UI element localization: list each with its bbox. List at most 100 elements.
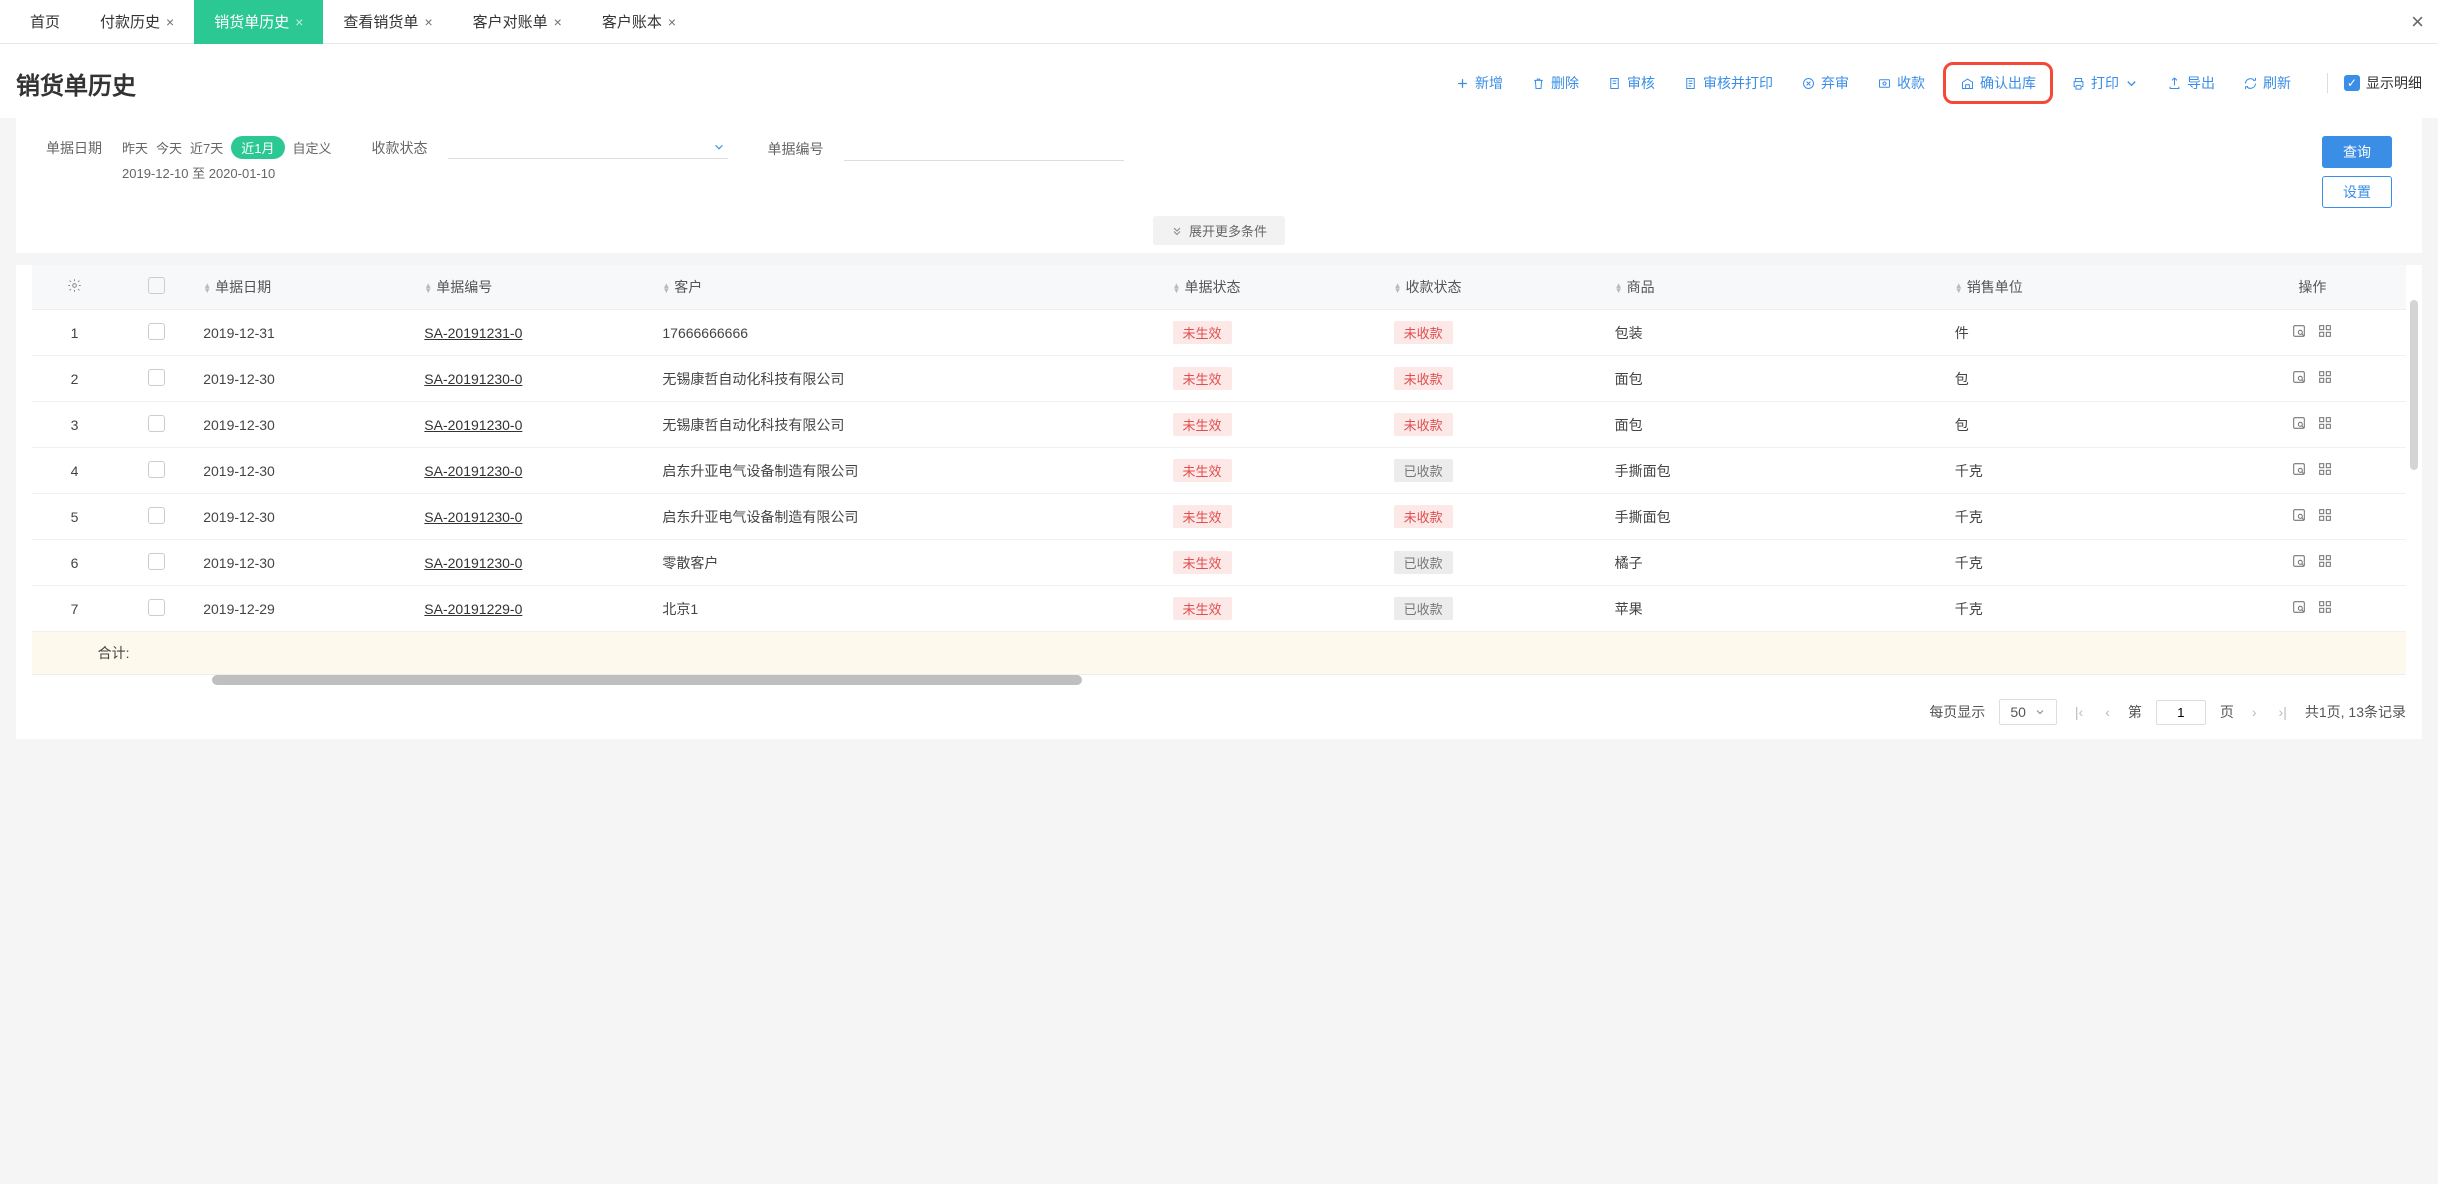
more-grid-icon[interactable] xyxy=(2317,553,2333,569)
tab-view-sales[interactable]: 查看销货单× xyxy=(323,0,452,44)
tab-customer-ledger[interactable]: 客户账本× xyxy=(582,0,696,44)
col-product[interactable]: 商品 xyxy=(1607,265,1947,310)
refresh-icon xyxy=(2243,76,2258,91)
col-code[interactable]: 单据编号 xyxy=(416,265,654,310)
pay-status-badge: 未收款 xyxy=(1394,413,1453,436)
cell-customer: 启东升亚电气设备制造有限公司 xyxy=(654,448,1164,494)
col-unit[interactable]: 销售单位 xyxy=(1947,265,2219,310)
prev-page-button[interactable]: ‹ xyxy=(2101,704,2114,720)
col-date[interactable]: 单据日期 xyxy=(195,265,416,310)
row-index: 4 xyxy=(32,448,117,494)
tab-sales-history[interactable]: 销货单历史× xyxy=(194,0,323,44)
delete-button[interactable]: 删除 xyxy=(1521,69,1589,97)
doc-no-input-wrap xyxy=(844,136,1124,161)
unapprove-button[interactable]: 弃审 xyxy=(1791,69,1859,97)
doc-code-link[interactable]: SA-20191230-0 xyxy=(424,463,522,479)
filter-label-paystatus: 收款状态 xyxy=(372,138,432,158)
search-button[interactable]: 查询 xyxy=(2322,136,2392,168)
status-badge: 未生效 xyxy=(1173,367,1232,390)
close-icon[interactable]: × xyxy=(554,14,562,30)
date-yesterday[interactable]: 昨天 xyxy=(122,138,148,157)
last-page-button[interactable]: ›| xyxy=(2275,704,2291,720)
tab-home[interactable]: 首页 xyxy=(10,0,80,44)
audit-print-button[interactable]: 审核并打印 xyxy=(1673,69,1783,97)
next-page-button[interactable]: › xyxy=(2248,704,2261,720)
view-detail-icon[interactable] xyxy=(2291,323,2307,339)
page-input[interactable] xyxy=(2156,700,2206,725)
doc-code-link[interactable]: SA-20191230-0 xyxy=(424,509,522,525)
show-detail-toggle[interactable]: ✓显示明细 xyxy=(2327,73,2422,93)
select-all-checkbox[interactable] xyxy=(148,277,165,294)
close-icon[interactable]: × xyxy=(295,14,303,30)
pay-status-badge: 未收款 xyxy=(1394,367,1453,390)
pay-status-badge: 已收款 xyxy=(1394,551,1453,574)
row-checkbox[interactable] xyxy=(148,507,165,524)
table-row: 72019-12-29SA-20191229-0北京1未生效已收款苹果千克 xyxy=(32,586,2406,632)
doc-code-link[interactable]: SA-20191230-0 xyxy=(424,417,522,433)
close-icon[interactable]: × xyxy=(424,14,432,30)
cell-date: 2019-12-30 xyxy=(195,494,416,540)
view-detail-icon[interactable] xyxy=(2291,369,2307,385)
doc-no-input[interactable] xyxy=(846,140,1122,156)
col-customer[interactable]: 客户 xyxy=(654,265,1164,310)
view-detail-icon[interactable] xyxy=(2291,415,2307,431)
gear-icon[interactable] xyxy=(67,278,82,293)
cell-product: 面包 xyxy=(1607,402,1947,448)
date-custom[interactable]: 自定义 xyxy=(293,138,332,157)
row-checkbox[interactable] xyxy=(148,369,165,386)
audit-button[interactable]: 审核 xyxy=(1597,69,1665,97)
cell-unit: 包 xyxy=(1947,356,2219,402)
confirm-out-button[interactable]: 确认出库 xyxy=(1943,62,2053,104)
first-page-button[interactable]: |‹ xyxy=(2071,704,2087,720)
row-checkbox[interactable] xyxy=(148,323,165,340)
table-row: 32019-12-30SA-20191230-0无锡康哲自动化科技有限公司未生效… xyxy=(32,402,2406,448)
print-button[interactable]: 打印 xyxy=(2061,69,2149,97)
settings-button[interactable]: 设置 xyxy=(2322,176,2392,208)
close-icon[interactable]: × xyxy=(668,14,676,30)
date-last-month[interactable]: 近1月 xyxy=(231,136,284,159)
doc-code-link[interactable]: SA-20191230-0 xyxy=(424,371,522,387)
money-icon xyxy=(1877,76,1892,91)
more-grid-icon[interactable] xyxy=(2317,461,2333,477)
col-status[interactable]: 单据状态 xyxy=(1165,265,1386,310)
per-page-select[interactable]: 50 xyxy=(1999,699,2057,725)
row-checkbox[interactable] xyxy=(148,461,165,478)
export-button[interactable]: 导出 xyxy=(2157,69,2225,97)
receive-button[interactable]: 收款 xyxy=(1867,69,1935,97)
expand-filters-button[interactable]: 展开更多条件 xyxy=(1153,216,1285,245)
date-today[interactable]: 今天 xyxy=(156,138,182,157)
doc-code-link[interactable]: SA-20191229-0 xyxy=(424,601,522,617)
refresh-button[interactable]: 刷新 xyxy=(2233,69,2301,97)
date-quick-picks: 昨天 今天 近7天 近1月 自定义 xyxy=(122,136,332,159)
totals-row: 合计: xyxy=(32,632,2406,675)
more-grid-icon[interactable] xyxy=(2317,323,2333,339)
tab-payment-history[interactable]: 付款历史× xyxy=(80,0,194,44)
view-detail-icon[interactable] xyxy=(2291,553,2307,569)
row-index: 3 xyxy=(32,402,117,448)
new-button[interactable]: 新增 xyxy=(1445,69,1513,97)
view-detail-icon[interactable] xyxy=(2291,461,2307,477)
col-paystatus[interactable]: 收款状态 xyxy=(1386,265,1607,310)
table-row: 62019-12-30SA-20191230-0零散客户未生效已收款橘子千克 xyxy=(32,540,2406,586)
row-checkbox[interactable] xyxy=(148,553,165,570)
vertical-scrollbar[interactable] xyxy=(2410,300,2418,470)
close-icon[interactable]: × xyxy=(166,14,174,30)
row-checkbox[interactable] xyxy=(148,599,165,616)
horizontal-scrollbar[interactable] xyxy=(32,675,2406,685)
more-grid-icon[interactable] xyxy=(2317,599,2333,615)
pay-status-select[interactable] xyxy=(448,136,728,159)
date-last7[interactable]: 近7天 xyxy=(190,138,223,157)
close-all-icon[interactable]: × xyxy=(2411,9,2424,35)
row-checkbox[interactable] xyxy=(148,415,165,432)
page-prefix: 第 xyxy=(2128,702,2142,722)
cell-customer: 北京1 xyxy=(654,586,1164,632)
doc-code-link[interactable]: SA-20191231-0 xyxy=(424,325,522,341)
more-grid-icon[interactable] xyxy=(2317,369,2333,385)
more-grid-icon[interactable] xyxy=(2317,507,2333,523)
view-detail-icon[interactable] xyxy=(2291,599,2307,615)
tab-customer-statement[interactable]: 客户对账单× xyxy=(453,0,582,44)
plus-icon xyxy=(1455,76,1470,91)
doc-code-link[interactable]: SA-20191230-0 xyxy=(424,555,522,571)
view-detail-icon[interactable] xyxy=(2291,507,2307,523)
more-grid-icon[interactable] xyxy=(2317,415,2333,431)
